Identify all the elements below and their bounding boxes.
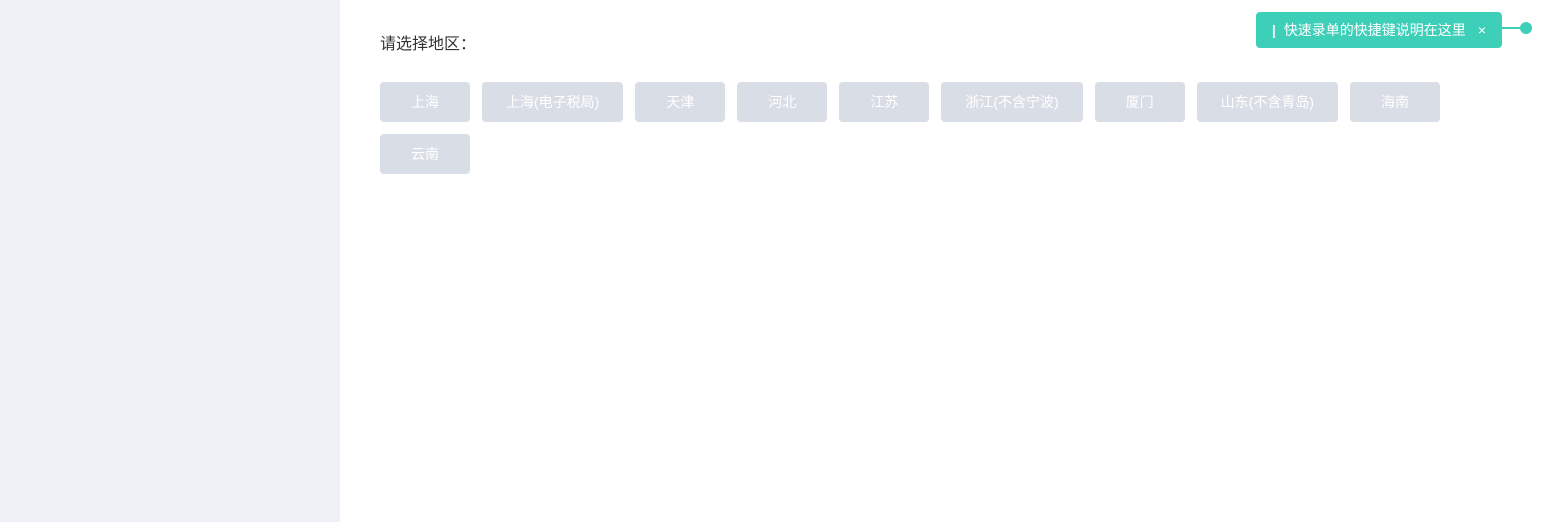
tooltip-line (1500, 27, 1520, 29)
tooltip-dot (1520, 22, 1532, 34)
tooltip-text: 快速录单的快捷键说明在这里 (1284, 20, 1466, 40)
region-grid: 上海上海(电子税局) 天津河北江苏浙江(不含宁波) 厦门山东(不含青岛) 海南云南 (380, 82, 1522, 174)
region-button-2[interactable]: 天津 (635, 82, 725, 122)
tooltip-close-button[interactable]: × (1478, 22, 1486, 38)
region-button-0[interactable]: 上海 (380, 82, 470, 122)
region-button-1[interactable]: 上海(电子税局) (482, 82, 623, 122)
left-sidebar (0, 0, 340, 522)
tooltip-banner: 快速录单的快捷键说明在这里 × (1256, 12, 1502, 48)
region-button-7[interactable]: 山东(不含青岛) (1197, 82, 1338, 122)
region-button-8[interactable]: 海南 (1350, 82, 1440, 122)
region-button-4[interactable]: 江苏 (839, 82, 929, 122)
region-button-9[interactable]: 云南 (380, 134, 470, 174)
region-button-6[interactable]: 厦门 (1095, 82, 1185, 122)
main-content: 请选择地区： 上海上海(电子税局)天津河北江苏浙江(不含宁波)厦门山东(不含青岛… (340, 0, 1562, 522)
region-button-3[interactable]: 河北 (737, 82, 827, 122)
region-button-5[interactable]: 浙江(不含宁波) (941, 82, 1082, 122)
